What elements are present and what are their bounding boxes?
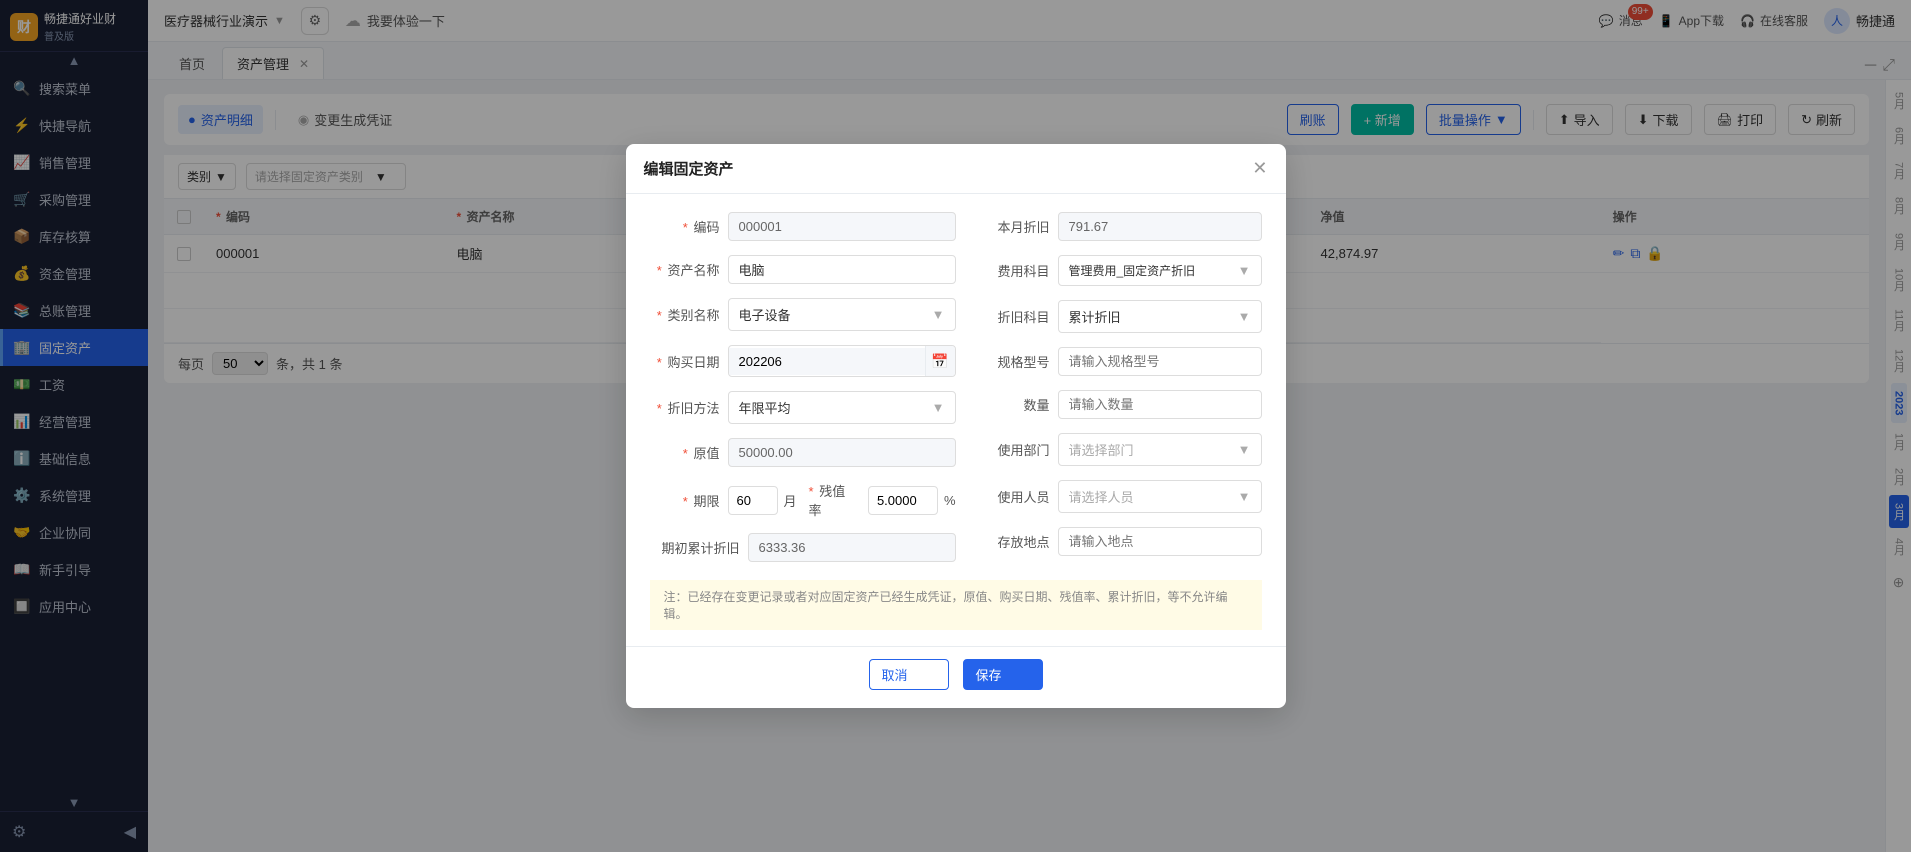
category-label: * 类别名称 [650,305,720,324]
form-row-initial-depreciation: 期初累计折旧 [650,533,956,562]
monthly-dep-input[interactable] [1058,212,1262,241]
form-grid: * 编码 * 资产名称 [650,212,1262,562]
category-select-arrow: ▼ [932,307,945,322]
original-value-label: * 原值 [650,443,720,462]
person-label: 使用人员 [980,487,1050,506]
quantity-label: 数量 [980,395,1050,414]
initial-depreciation-label: 期初累计折旧 [650,538,740,557]
form-row-monthly-dep: 本月折旧 [980,212,1262,241]
dept-arrow: ▼ [1238,442,1251,457]
form-row-purchase-date: * 购买日期 📅 [650,345,956,377]
period-unit-label: 月 [784,491,797,510]
dialog-header: 编辑固定资产 ✕ [626,144,1286,194]
dialog-overlay: 编辑固定资产 ✕ * 编码 [0,0,1911,852]
period-residual-row: 月 * 残值率 % [728,481,956,519]
expense-subject-label: 费用科目 [980,261,1050,280]
name-input[interactable] [728,255,956,284]
dialog-title: 编辑固定资产 [644,158,734,179]
dialog-footer: 取消 保存 [626,646,1286,708]
form-row-code: * 编码 [650,212,956,241]
purchase-date-input-wrap: 📅 [728,345,956,377]
dialog-body: * 编码 * 资产名称 [626,194,1286,580]
expense-subject-select[interactable]: 管理费用_固定资产折旧 ▼ [1058,255,1262,286]
calendar-icon[interactable]: 📅 [925,346,955,376]
cancel-button[interactable]: 取消 [869,659,949,690]
form-row-category: * 类别名称 电子设备 ▼ [650,298,956,331]
form-col-left: * 编码 * 资产名称 [650,212,956,562]
location-label: 存放地点 [980,532,1050,551]
edit-asset-dialog: 编辑固定资产 ✕ * 编码 [626,144,1286,708]
dept-label: 使用部门 [980,440,1050,459]
depreciation-method-select[interactable]: 年限平均 ▼ [728,391,956,424]
period-label: * 期限 [650,491,720,510]
percent-icon: % [944,493,956,508]
spec-label: 规格型号 [980,352,1050,371]
expense-subject-arrow: ▼ [1238,263,1251,278]
person-arrow: ▼ [1238,489,1251,504]
name-label: * 资产名称 [650,260,720,279]
spec-input[interactable] [1058,347,1262,376]
form-row-quantity: 数量 [980,390,1262,419]
original-value-input[interactable] [728,438,956,467]
form-row-person: 使用人员 请选择人员 ▼ [980,480,1262,513]
depreciation-method-label: * 折旧方法 [650,398,720,417]
dep-subject-arrow: ▼ [1238,309,1251,324]
depreciation-method-arrow: ▼ [932,400,945,415]
form-row-period: * 期限 月 * 残值率 % [650,481,956,519]
initial-depreciation-input[interactable] [748,533,956,562]
form-row-dept: 使用部门 请选择部门 ▼ [980,433,1262,466]
residual-rate-input[interactable] [868,486,938,515]
form-row-name: * 资产名称 [650,255,956,284]
purchase-date-label: * 购买日期 [650,352,720,371]
quantity-input[interactable] [1058,390,1262,419]
form-row-expense-subject: 费用科目 管理费用_固定资产折旧 ▼ [980,255,1262,286]
dialog-close-button[interactable]: ✕ [1252,158,1267,179]
location-input[interactable] [1058,527,1262,556]
dep-subject-label: 折旧科目 [980,307,1050,326]
code-label: * 编码 [650,217,720,236]
form-row-location: 存放地点 [980,527,1262,556]
form-row-spec: 规格型号 [980,347,1262,376]
form-row-original-value: * 原值 [650,438,956,467]
category-select[interactable]: 电子设备 ▼ [728,298,956,331]
period-input[interactable] [728,486,778,515]
dep-subject-select[interactable]: 累计折旧 ▼ [1058,300,1262,333]
dialog-note: 注：已经存在变更记录或者对应固定资产已经生成凭证，原值、购买日期、残值率、累计折… [650,580,1262,630]
code-input[interactable] [728,212,956,241]
form-col-right: 本月折旧 费用科目 管理费用_固定资产折旧 ▼ [980,212,1262,562]
purchase-date-input[interactable] [729,348,925,375]
dept-select[interactable]: 请选择部门 ▼ [1058,433,1262,466]
person-select[interactable]: 请选择人员 ▼ [1058,480,1262,513]
form-row-dep-subject: 折旧科目 累计折旧 ▼ [980,300,1262,333]
residual-rate-label: * 残值率 [809,481,856,519]
save-button[interactable]: 保存 [963,659,1043,690]
monthly-dep-label: 本月折旧 [980,217,1050,236]
form-row-depreciation-method: * 折旧方法 年限平均 ▼ [650,391,956,424]
